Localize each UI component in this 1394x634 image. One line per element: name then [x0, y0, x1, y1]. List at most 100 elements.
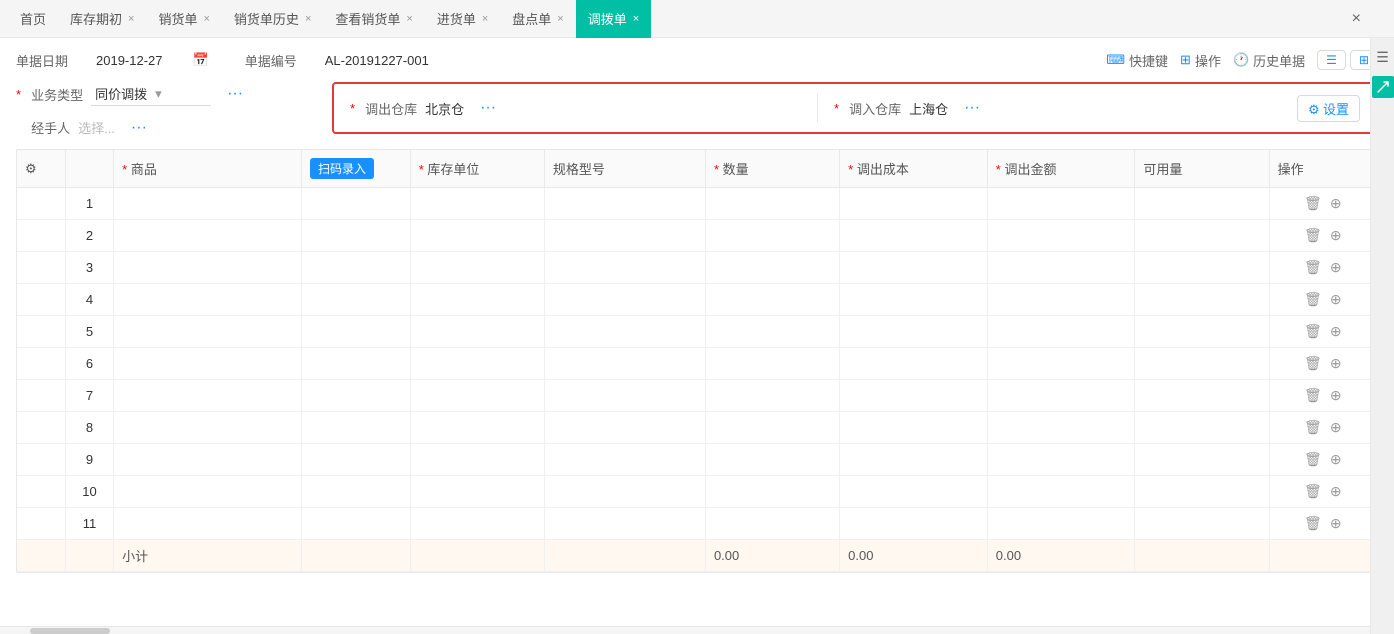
warehouse-out-ellipsis[interactable]: ··· [480, 99, 496, 117]
operator-placeholder[interactable]: 选择... [78, 118, 115, 137]
delete-icon[interactable]: 🗑 [1304, 259, 1322, 276]
row-unit-1[interactable] [410, 188, 544, 220]
scan-button[interactable]: 扫码录入 [310, 158, 374, 179]
calendar-icon[interactable]: 📅 [193, 52, 209, 68]
col-header-qty: * 数量 [705, 150, 839, 188]
scrollbar-thumb[interactable] [30, 628, 110, 634]
tab-close-sales-history[interactable]: × [305, 13, 311, 25]
copy-icon[interactable]: ⊕ [1330, 259, 1342, 276]
form-area: * 业务类型 同价调拨 ▾ ··· * 经手人 选择... ··· * 调出仓库 [16, 82, 1378, 137]
data-table: ⚙ * 商品 扫码录入 * 库存单位 规格型号 * [17, 150, 1377, 572]
col-header-scan: 扫码录入 [302, 150, 411, 188]
copy-icon[interactable]: ⊕ [1330, 195, 1342, 212]
copy-icon[interactable]: ⊕ [1330, 387, 1342, 404]
tab-close-sales-order[interactable]: × [203, 13, 209, 25]
subtotal-row: 小计 0.00 0.00 0.00 [17, 540, 1377, 572]
copy-icon[interactable]: ⊕ [1330, 227, 1342, 244]
row-spec-1[interactable] [544, 188, 705, 220]
warehouse-out-field: * 调出仓库 北京仓 ··· [350, 99, 801, 118]
copy-icon[interactable]: ⊕ [1330, 419, 1342, 436]
grid-icon: ⊞ [1180, 52, 1191, 68]
subtotal-label: 小计 [114, 540, 302, 572]
table-row: 10 🗑⊕ [17, 476, 1377, 508]
sidebar-list-icon[interactable]: ☰ [1372, 46, 1394, 68]
tab-transfer[interactable]: 调拨单 × [576, 0, 651, 38]
copy-icon[interactable]: ⊕ [1330, 291, 1342, 308]
col-header-cost: * 调出成本 [840, 150, 988, 188]
shortcut-button[interactable]: ⌨ 快捷键 [1106, 51, 1168, 70]
col-header-ops: 操作 [1269, 150, 1376, 188]
tab-inventory-init[interactable]: 库存期初 × [58, 0, 146, 38]
business-type-value: 同价调拨 [95, 84, 147, 103]
tab-home[interactable]: 首页 [8, 0, 58, 38]
delete-icon[interactable]: 🗑 [1304, 227, 1322, 244]
copy-icon[interactable]: ⊕ [1330, 515, 1342, 532]
copy-icon[interactable]: ⊕ [1330, 451, 1342, 468]
layout-list-button[interactable]: ☰ [1317, 50, 1346, 70]
content-area: 单据日期 2019-12-27 📅 单据编号 AL-20191227-001 ⌨… [0, 38, 1394, 585]
chevron-down-icon: ▾ [155, 86, 162, 102]
date-value[interactable]: 2019-12-27 [96, 53, 163, 68]
tab-stocktake[interactable]: 盘点单 × [500, 0, 575, 38]
tab-close-transfer[interactable]: × [633, 13, 639, 25]
delete-icon[interactable]: 🗑 [1304, 355, 1322, 372]
table-row: 3 🗑⊕ [17, 252, 1377, 284]
table-row: 8 🗑⊕ [17, 412, 1377, 444]
warehouse-out-value[interactable]: 北京仓 [425, 99, 464, 118]
history-icon: 🕐 [1233, 52, 1249, 68]
business-type-label: 业务类型 [31, 85, 83, 104]
data-table-container: ⚙ * 商品 扫码录入 * 库存单位 规格型号 * [16, 149, 1378, 573]
operator-ellipsis[interactable]: ··· [131, 119, 147, 137]
business-type-row: * 业务类型 同价调拨 ▾ ··· [16, 82, 316, 106]
required-star-warehouse-out: * [350, 101, 355, 116]
tab-close-inventory-init[interactable]: × [128, 13, 134, 25]
operation-button[interactable]: ⊞ 操作 [1180, 51, 1221, 70]
row-amount-1[interactable] [987, 188, 1135, 220]
warehouse-in-value[interactable]: 上海仓 [909, 99, 948, 118]
delete-icon[interactable]: 🗑 [1304, 451, 1322, 468]
tab-sales-history[interactable]: 销货单历史 × [222, 0, 323, 38]
col-header-amount: * 调出金额 [987, 150, 1135, 188]
history-button[interactable]: 🕐 历史单据 [1233, 51, 1305, 70]
header-row: 单据日期 2019-12-27 📅 单据编号 AL-20191227-001 ⌨… [16, 50, 1378, 70]
delete-icon[interactable]: 🗑 [1304, 483, 1322, 500]
business-type-ellipsis[interactable]: ··· [227, 85, 243, 103]
delete-icon[interactable]: 🗑 [1304, 419, 1322, 436]
copy-icon[interactable]: ⊕ [1330, 483, 1342, 500]
tab-view-sales[interactable]: 查看销货单 × [323, 0, 424, 38]
keyboard-icon: ⌨ [1106, 52, 1125, 68]
tab-sales-order[interactable]: 销货单 × [146, 0, 221, 38]
row-product-1[interactable] [114, 188, 302, 220]
warehouse-in-field: * 调入仓库 上海仓 ··· [834, 99, 1285, 118]
warehouse-in-ellipsis[interactable]: ··· [964, 99, 980, 117]
business-type-select[interactable]: 同价调拨 ▾ [91, 82, 211, 106]
horizontal-scrollbar[interactable] [0, 626, 1370, 634]
row-available-1 [1135, 188, 1269, 220]
col-header-available: 可用量 [1135, 150, 1269, 188]
delete-icon[interactable]: 🗑 [1304, 387, 1322, 404]
sidebar-link-icon[interactable] [1372, 76, 1394, 98]
col-header-gear[interactable]: ⚙ [17, 150, 65, 188]
tab-close-view-sales[interactable]: × [406, 13, 412, 25]
row-qty-1[interactable] [705, 188, 839, 220]
table-row: 9 🗑⊕ [17, 444, 1377, 476]
warehouse-box: * 调出仓库 北京仓 ··· * 调入仓库 上海仓 ··· ⚙ 设置 [332, 82, 1378, 134]
row-ops-1: 🗑 ⊕ [1269, 188, 1376, 220]
tab-close-purchase[interactable]: × [482, 13, 488, 25]
delete-icon[interactable]: 🗑 [1304, 195, 1322, 212]
settings-button[interactable]: ⚙ 设置 [1297, 95, 1360, 122]
operator-row: * 经手人 选择... ··· [16, 118, 316, 137]
copy-icon[interactable]: ⊕ [1330, 355, 1342, 372]
row-cost-1[interactable] [840, 188, 988, 220]
tab-purchase[interactable]: 进货单 × [425, 0, 500, 38]
copy-icon[interactable]: ⊕ [1330, 323, 1342, 340]
subtotal-qty: 0.00 [705, 540, 839, 572]
col-header-product: * 商品 [114, 150, 302, 188]
delete-icon[interactable]: 🗑 [1304, 291, 1322, 308]
close-page-button[interactable]: × [1344, 0, 1369, 38]
tab-close-stocktake[interactable]: × [557, 13, 563, 25]
delete-icon[interactable]: 🗑 [1304, 515, 1322, 532]
row-index-2: 2 [65, 220, 113, 252]
delete-icon[interactable]: 🗑 [1304, 323, 1322, 340]
row-gear-cell [17, 188, 65, 220]
